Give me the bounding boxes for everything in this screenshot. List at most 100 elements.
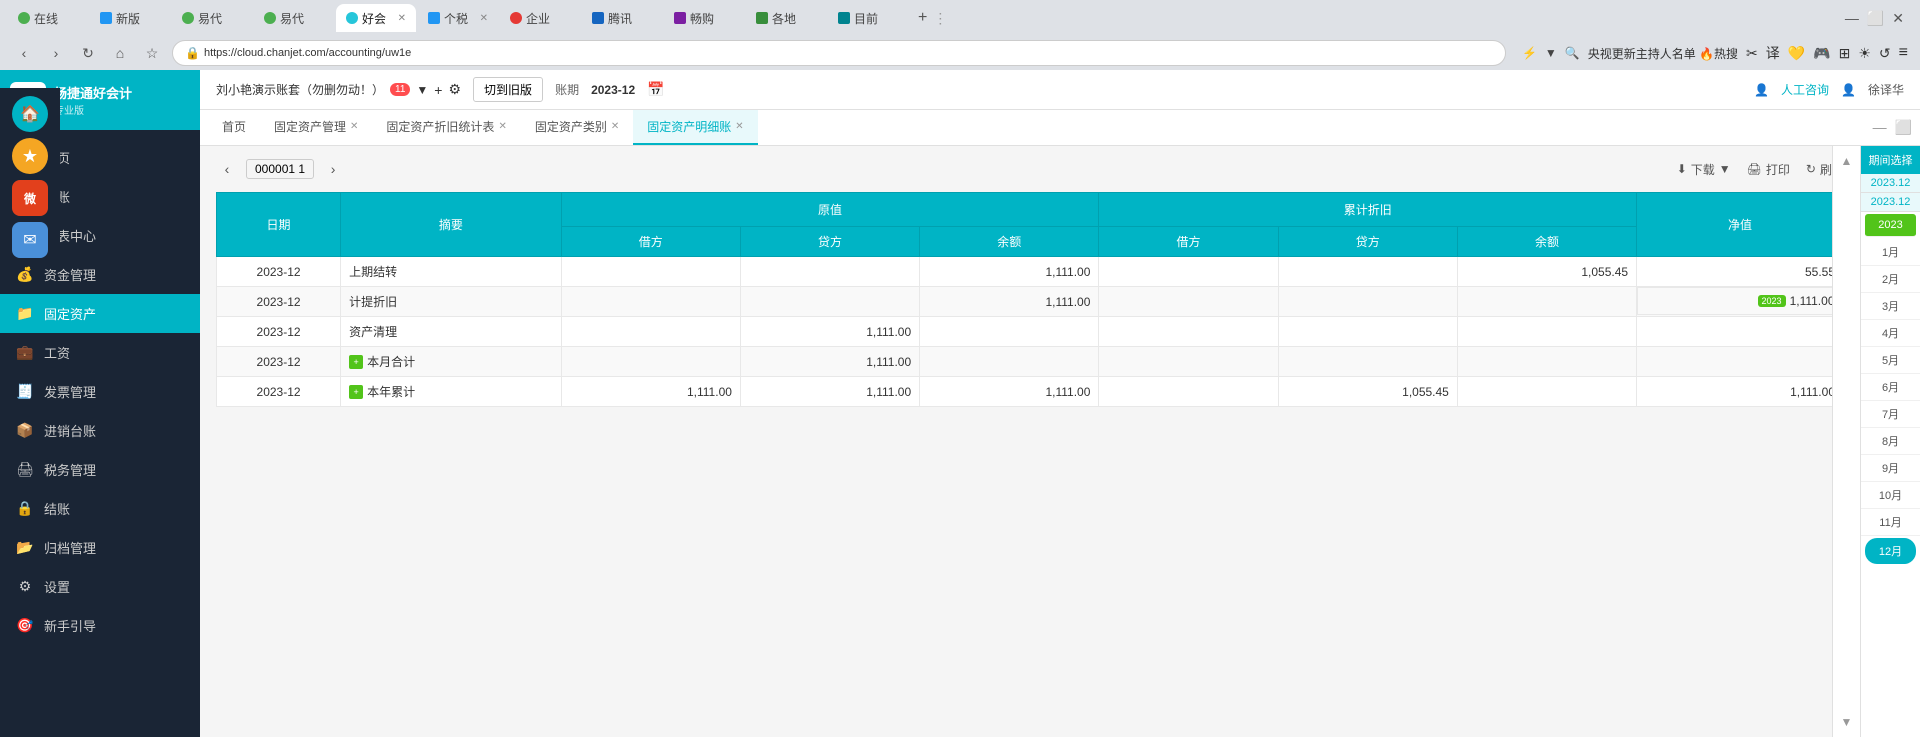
browser-tab-new[interactable]: 新版 bbox=[90, 4, 170, 32]
sidebar-quick-icon-weibo[interactable]: 微 bbox=[12, 180, 48, 216]
col-accum-debit: 借方 bbox=[1099, 227, 1278, 257]
browser-tab-gedi[interactable]: 各地 bbox=[746, 4, 826, 32]
sidebar-item-settings[interactable]: ⚙ 设置 bbox=[0, 567, 200, 606]
translate-icon[interactable]: 译 bbox=[1766, 43, 1780, 63]
browser-tab-online[interactable]: 在线 bbox=[8, 4, 88, 32]
tab-home[interactable]: 首页 bbox=[208, 110, 260, 145]
account-info: 刘小艳演示账套（勿删勿动！） 11 ▼ + ⚙ bbox=[216, 81, 461, 98]
download-button[interactable]: ⬇ 下载 ▼ bbox=[1677, 161, 1731, 178]
tab-fullscreen-icon[interactable]: ⬜ bbox=[1895, 119, 1912, 136]
sidebar-item-fixed-assets[interactable]: 📁 固定资产 bbox=[0, 294, 200, 333]
tab-close-fixed-asset-mgmt[interactable]: ✕ bbox=[350, 121, 358, 132]
url-input[interactable]: 🔒 https://cloud.chanjet.com/accounting/u… bbox=[172, 40, 1506, 66]
period-item-4[interactable]: 4月 bbox=[1861, 320, 1920, 347]
tab-minimize-icon[interactable]: — bbox=[1873, 119, 1887, 136]
scroll-up-icon[interactable]: ▲ bbox=[1841, 154, 1853, 168]
sidebar-item-salary[interactable]: 💼 工资 bbox=[0, 333, 200, 372]
forward-button[interactable]: › bbox=[44, 41, 68, 65]
period-item-5[interactable]: 5月 bbox=[1861, 347, 1920, 374]
tab-fixed-asset-mgmt[interactable]: 固定资产管理 ✕ bbox=[260, 110, 372, 145]
table-row: 2023-12 + 本月合计 1,111.00 bbox=[217, 347, 1844, 377]
page-tabs: 首页 固定资产管理 ✕ 固定资产折旧统计表 ✕ 固定资产类别 ✕ 固定资产明细账… bbox=[200, 110, 1920, 146]
minimize-button[interactable]: — bbox=[1845, 10, 1859, 27]
browser-tab-yidai1[interactable]: 易代 bbox=[172, 4, 252, 32]
reload-button[interactable]: ↻ bbox=[76, 41, 100, 65]
sidebar-item-tax[interactable]: 🖨 税务管理 bbox=[0, 450, 200, 489]
back-button[interactable]: ‹ bbox=[12, 41, 36, 65]
period-item-7[interactable]: 7月 bbox=[1861, 401, 1920, 428]
period-edit-icon[interactable]: 📅 bbox=[647, 81, 664, 98]
browser-dropdown-icon[interactable]: ▼ bbox=[1545, 46, 1557, 60]
browser-tab-qiye[interactable]: 企业 bbox=[500, 4, 580, 32]
period-item-6[interactable]: 6月 bbox=[1861, 374, 1920, 401]
sidebar-item-invoice[interactable]: 🧾 发票管理 bbox=[0, 372, 200, 411]
browser-extensions-icon[interactable]: ⚡ bbox=[1522, 46, 1537, 60]
grid-icon[interactable]: ⊞ bbox=[1839, 45, 1851, 62]
period-item-12[interactable]: 12月 bbox=[1865, 538, 1916, 564]
tab-asset-category[interactable]: 固定资产类别 ✕ bbox=[521, 110, 633, 145]
switch-version-button[interactable]: 切到旧版 bbox=[473, 77, 543, 102]
period-item-2023[interactable]: 2023 bbox=[1865, 214, 1916, 237]
tab-close-detail[interactable]: ✕ bbox=[735, 121, 743, 132]
period-item-1[interactable]: 1月 bbox=[1861, 239, 1920, 266]
game-icon[interactable]: 🎮 bbox=[1813, 45, 1830, 62]
period-item-11[interactable]: 11月 bbox=[1861, 509, 1920, 536]
dropdown-icon[interactable]: ▼ bbox=[416, 83, 428, 97]
sidebar-quick-icon-home[interactable]: 🏠 bbox=[12, 96, 48, 132]
year-badge: 2023 bbox=[1758, 295, 1786, 307]
row1-orig-debit bbox=[561, 257, 740, 287]
sidebar-item-purchase-sales[interactable]: 📦 进销台账 bbox=[0, 411, 200, 450]
add-account-button[interactable]: + bbox=[434, 82, 442, 98]
sidebar-quick-icon-star[interactable]: ★ bbox=[12, 138, 48, 174]
period-item-9[interactable]: 9月 bbox=[1861, 455, 1920, 482]
sidebar-item-guide[interactable]: 🎯 新手引导 bbox=[0, 606, 200, 645]
tab-close-icon[interactable]: ✕ bbox=[398, 13, 406, 24]
tab-close-icon2[interactable]: ✕ bbox=[480, 13, 488, 24]
sidebar-item-archive[interactable]: 📂 归档管理 bbox=[0, 528, 200, 567]
history-icon[interactable]: ↺ bbox=[1879, 45, 1891, 62]
row1-accum-debit bbox=[1099, 257, 1278, 287]
tab-actions: — ⬜ bbox=[1873, 119, 1912, 136]
tab-close-category[interactable]: ✕ bbox=[611, 121, 619, 132]
row1-date: 2023-12 bbox=[217, 257, 341, 287]
sun-icon[interactable]: ☀ bbox=[1858, 45, 1871, 62]
menu-icon[interactable]: ≡ bbox=[1899, 44, 1908, 62]
period-item-3[interactable]: 3月 bbox=[1861, 293, 1920, 320]
print-icon: 🖨 bbox=[1747, 162, 1762, 176]
restore-button[interactable]: ⬜ bbox=[1867, 10, 1884, 27]
help-label[interactable]: 人工咨询 bbox=[1781, 81, 1829, 98]
row1-summary: 上期结转 bbox=[341, 257, 562, 287]
tab-asset-detail[interactable]: 固定资产明细账 ✕ bbox=[633, 110, 757, 145]
browser-tab-chang[interactable]: 畅购 bbox=[664, 4, 744, 32]
close-button[interactable]: ✕ bbox=[1892, 10, 1904, 27]
tab-close-depreciation[interactable]: ✕ bbox=[498, 121, 506, 132]
next-page-button[interactable]: › bbox=[322, 158, 344, 180]
table-row: 2023-12 资产清理 1,111.00 bbox=[217, 317, 1844, 347]
bookmark-button[interactable]: ☆ bbox=[140, 41, 164, 65]
tab-depreciation-stats[interactable]: 固定资产折旧统计表 ✕ bbox=[372, 110, 520, 145]
print-button[interactable]: 🖨 打印 bbox=[1747, 161, 1790, 178]
settings-small-icon[interactable]: ⚙ bbox=[448, 81, 461, 98]
period-item-2[interactable]: 2月 bbox=[1861, 266, 1920, 293]
prev-page-button[interactable]: ‹ bbox=[216, 158, 238, 180]
home-button[interactable]: ⌂ bbox=[108, 41, 132, 65]
wallet-icon[interactable]: 💛 bbox=[1788, 45, 1805, 62]
browser-tab-yidai2[interactable]: 易代 bbox=[254, 4, 334, 32]
sidebar-quick-icon-mail[interactable]: ✉ bbox=[12, 222, 48, 258]
scroll-down-icon[interactable]: ▼ bbox=[1841, 715, 1853, 729]
search-bar-right: 🔍 央视更新主持人名单 🔥热搜 ✂ 译 💛 🎮 ⊞ ☀ ↺ ≡ bbox=[1565, 43, 1908, 63]
new-tab-button[interactable]: + bbox=[918, 9, 927, 27]
browser-tab-geshui[interactable]: 个税 ✕ bbox=[418, 4, 498, 32]
row4-date: 2023-12 bbox=[217, 347, 341, 377]
browser-tab-muqian[interactable]: 目前 bbox=[828, 4, 908, 32]
download-dropdown-icon[interactable]: ▼ bbox=[1719, 162, 1731, 176]
scissors-icon[interactable]: ✂ bbox=[1746, 45, 1758, 62]
browser-tab-tengxun[interactable]: 腾讯 bbox=[582, 4, 662, 32]
row5-orig-debit: 1,111.00 bbox=[561, 377, 740, 407]
period-item-8[interactable]: 8月 bbox=[1861, 428, 1920, 455]
sidebar-item-closing[interactable]: 🔒 结账 bbox=[0, 489, 200, 528]
row5-summary: + 本年累计 bbox=[341, 377, 562, 407]
browser-tab-haohui[interactable]: 好会 ✕ bbox=[336, 4, 416, 32]
tab-menu-icon[interactable]: ⋮ bbox=[933, 10, 947, 27]
period-item-10[interactable]: 10月 bbox=[1861, 482, 1920, 509]
